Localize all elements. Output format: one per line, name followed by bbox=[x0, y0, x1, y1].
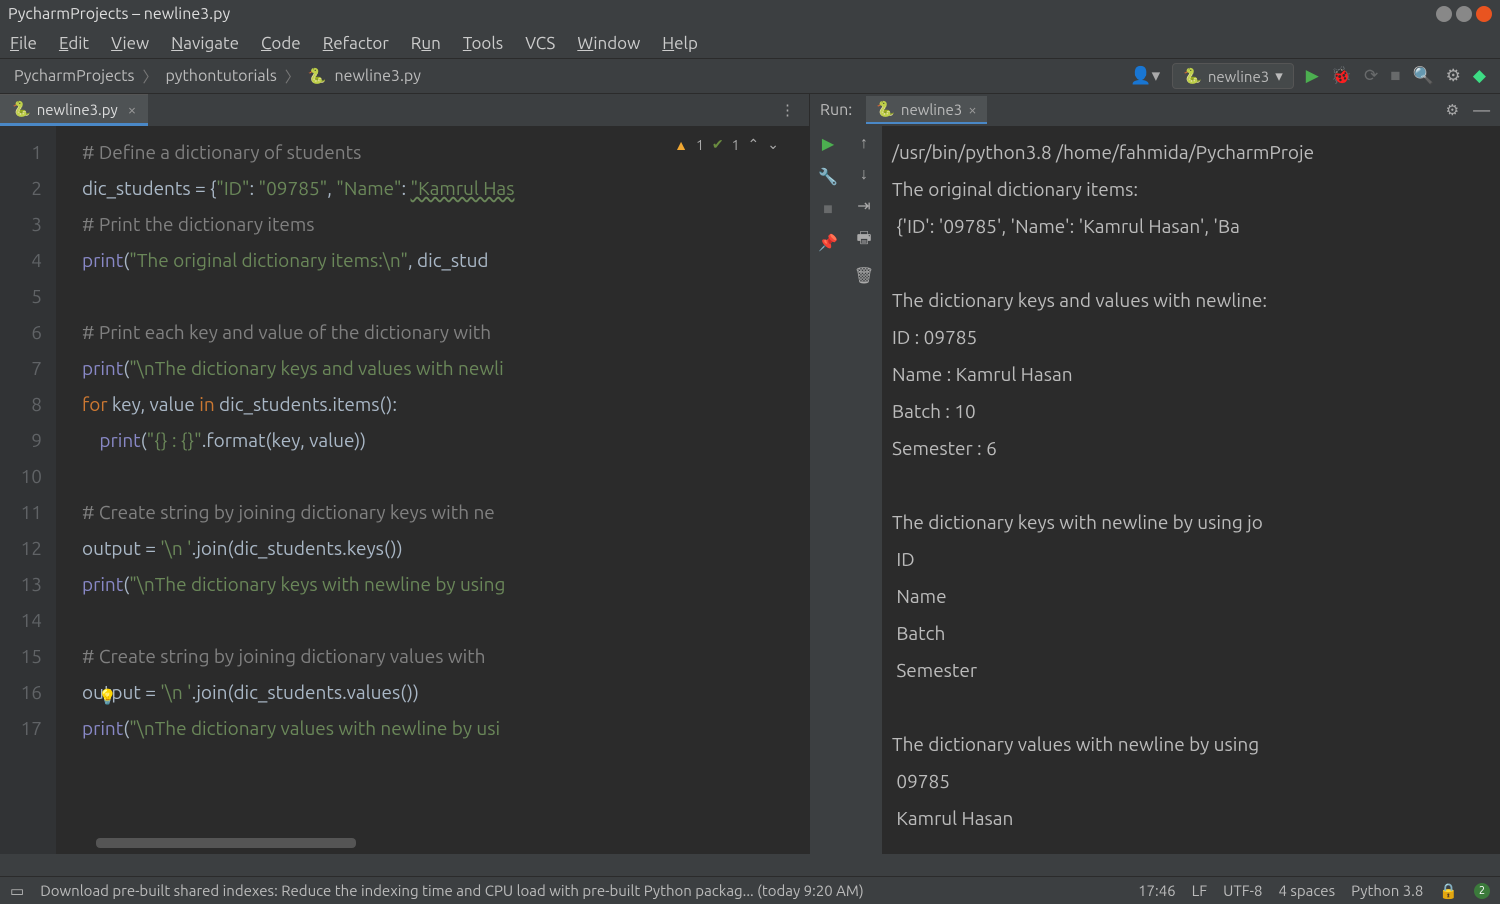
run-config-selector[interactable]: 🐍 newline3 ▾ bbox=[1172, 63, 1294, 89]
print-icon[interactable]: 🖶 bbox=[856, 227, 871, 254]
console-output[interactable]: /usr/bin/python3.8 /home/fahmida/Pycharm… bbox=[882, 126, 1500, 854]
run-header: Run: 🐍 newline3 × ⚙ — bbox=[810, 94, 1500, 126]
hide-icon[interactable]: — bbox=[1473, 101, 1490, 120]
debug-button[interactable]: 🐞 bbox=[1331, 66, 1352, 86]
chevron-down-icon[interactable]: ⌄ bbox=[767, 136, 779, 153]
wrench-icon[interactable]: 🔧 bbox=[818, 167, 838, 186]
chevron-down-icon: ▾ bbox=[1275, 67, 1283, 85]
ide-icon[interactable]: ◆ bbox=[1473, 66, 1486, 86]
navbar: PycharmProjects 〉 pythontutorials 〉 🐍 ne… bbox=[0, 58, 1500, 94]
chevron-right-icon: 〉 bbox=[285, 66, 300, 87]
lock-icon[interactable]: 🔒 bbox=[1439, 882, 1458, 900]
tab-more-icon[interactable]: ⋮ bbox=[780, 101, 795, 119]
gear-icon[interactable]: ⚙ bbox=[1446, 101, 1459, 119]
menu-help[interactable]: Help bbox=[662, 34, 698, 53]
horizontal-scrollbar[interactable] bbox=[96, 838, 356, 848]
menu-file[interactable]: File bbox=[10, 34, 37, 53]
run-label: Run: bbox=[820, 101, 852, 119]
run-vertical-toolbar: ▶ 🔧 ■ 📌 bbox=[810, 126, 846, 854]
breadcrumb-folder[interactable]: pythontutorials bbox=[165, 67, 276, 85]
statusbar: ▭ Download pre-built shared indexes: Red… bbox=[0, 876, 1500, 904]
menu-refactor[interactable]: Refactor bbox=[323, 34, 389, 53]
intention-bulb-icon[interactable]: 💡 bbox=[98, 688, 117, 706]
menu-navigate[interactable]: Navigate bbox=[171, 34, 239, 53]
maximize-icon[interactable] bbox=[1456, 6, 1472, 22]
code-content[interactable]: # Define a dictionary of students dic_st… bbox=[56, 126, 809, 854]
notifications-badge[interactable]: 2 bbox=[1474, 883, 1490, 899]
menu-run[interactable]: Run bbox=[411, 34, 441, 53]
breadcrumb-root[interactable]: PycharmProjects bbox=[14, 67, 134, 85]
breadcrumb-file[interactable]: newline3.py bbox=[335, 67, 421, 85]
menubar: File Edit View Navigate Code Refactor Ru… bbox=[0, 28, 1500, 58]
event-log-icon[interactable]: ▭ bbox=[10, 882, 24, 900]
status-message[interactable]: Download pre-built shared indexes: Reduc… bbox=[40, 882, 1122, 899]
status-indent[interactable]: 4 spaces bbox=[1278, 882, 1335, 899]
python-icon: 🐍 bbox=[876, 100, 895, 118]
python-icon: 🐍 bbox=[1183, 67, 1202, 85]
window-title: PycharmProjects – newline3.py bbox=[8, 5, 230, 23]
search-icon[interactable]: 🔍 bbox=[1413, 66, 1434, 86]
warning-icon: ▲ bbox=[674, 137, 688, 153]
menu-view[interactable]: View bbox=[111, 34, 149, 53]
run-vertical-toolbar2: ↑ ↓ ⇥ 🖶 🗑 bbox=[846, 126, 882, 854]
status-time: 17:46 bbox=[1138, 882, 1176, 899]
check-icon: ✔ bbox=[712, 136, 724, 153]
editor-pane: 🐍 newline3.py × ⋮ 1234567891011121314151… bbox=[0, 94, 810, 854]
wrap-icon[interactable]: ⇥ bbox=[857, 196, 870, 215]
menu-window[interactable]: Window bbox=[577, 34, 640, 53]
pin-icon[interactable]: 📌 bbox=[818, 233, 838, 252]
chevron-right-icon: 〉 bbox=[142, 66, 157, 87]
menu-code[interactable]: Code bbox=[261, 34, 301, 53]
run-tab[interactable]: 🐍 newline3 × bbox=[866, 96, 987, 124]
python-file-icon: 🐍 bbox=[12, 100, 31, 118]
run-pane: Run: 🐍 newline3 × ⚙ — ▶ 🔧 ■ 📌 ↑ ↓ ⇥ 🖶 🗑 bbox=[810, 94, 1500, 854]
titlebar: PycharmProjects – newline3.py bbox=[0, 0, 1500, 28]
code-editor[interactable]: 1234567891011121314151617 # Define a dic… bbox=[0, 126, 809, 854]
status-interpreter[interactable]: Python 3.8 bbox=[1351, 882, 1423, 899]
menu-edit[interactable]: Edit bbox=[59, 34, 89, 53]
stop-button[interactable]: ■ bbox=[823, 200, 833, 219]
close-tab-icon[interactable]: × bbox=[128, 101, 136, 118]
menu-tools[interactable]: Tools bbox=[463, 34, 503, 53]
status-line-sep[interactable]: LF bbox=[1192, 882, 1208, 899]
minimize-icon[interactable] bbox=[1436, 6, 1452, 22]
coverage-button[interactable]: ⟳ bbox=[1364, 66, 1378, 86]
gutter: 1234567891011121314151617 bbox=[0, 126, 56, 854]
inspection-markers[interactable]: ▲1 ✔1 ⌃ ⌄ bbox=[674, 136, 779, 153]
user-icon[interactable]: 👤▾ bbox=[1130, 66, 1160, 86]
up-icon[interactable]: ↑ bbox=[860, 134, 868, 153]
down-icon[interactable]: ↓ bbox=[860, 165, 868, 184]
editor-tab[interactable]: 🐍 newline3.py × bbox=[0, 94, 148, 126]
trash-icon[interactable]: 🗑 bbox=[854, 266, 874, 285]
editor-tabbar: 🐍 newline3.py × ⋮ bbox=[0, 94, 809, 126]
close-tab-icon[interactable]: × bbox=[968, 101, 976, 118]
status-encoding[interactable]: UTF-8 bbox=[1223, 882, 1262, 899]
python-file-icon: 🐍 bbox=[308, 67, 327, 85]
stop-button[interactable]: ■ bbox=[1390, 66, 1400, 86]
rerun-button[interactable]: ▶ bbox=[822, 134, 834, 153]
gear-icon[interactable]: ⚙ bbox=[1446, 66, 1461, 86]
menu-vcs[interactable]: VCS bbox=[525, 34, 555, 53]
run-button[interactable]: ▶ bbox=[1306, 66, 1319, 86]
close-icon[interactable] bbox=[1476, 6, 1492, 22]
window-controls bbox=[1436, 6, 1492, 22]
chevron-up-icon[interactable]: ⌃ bbox=[748, 136, 760, 153]
